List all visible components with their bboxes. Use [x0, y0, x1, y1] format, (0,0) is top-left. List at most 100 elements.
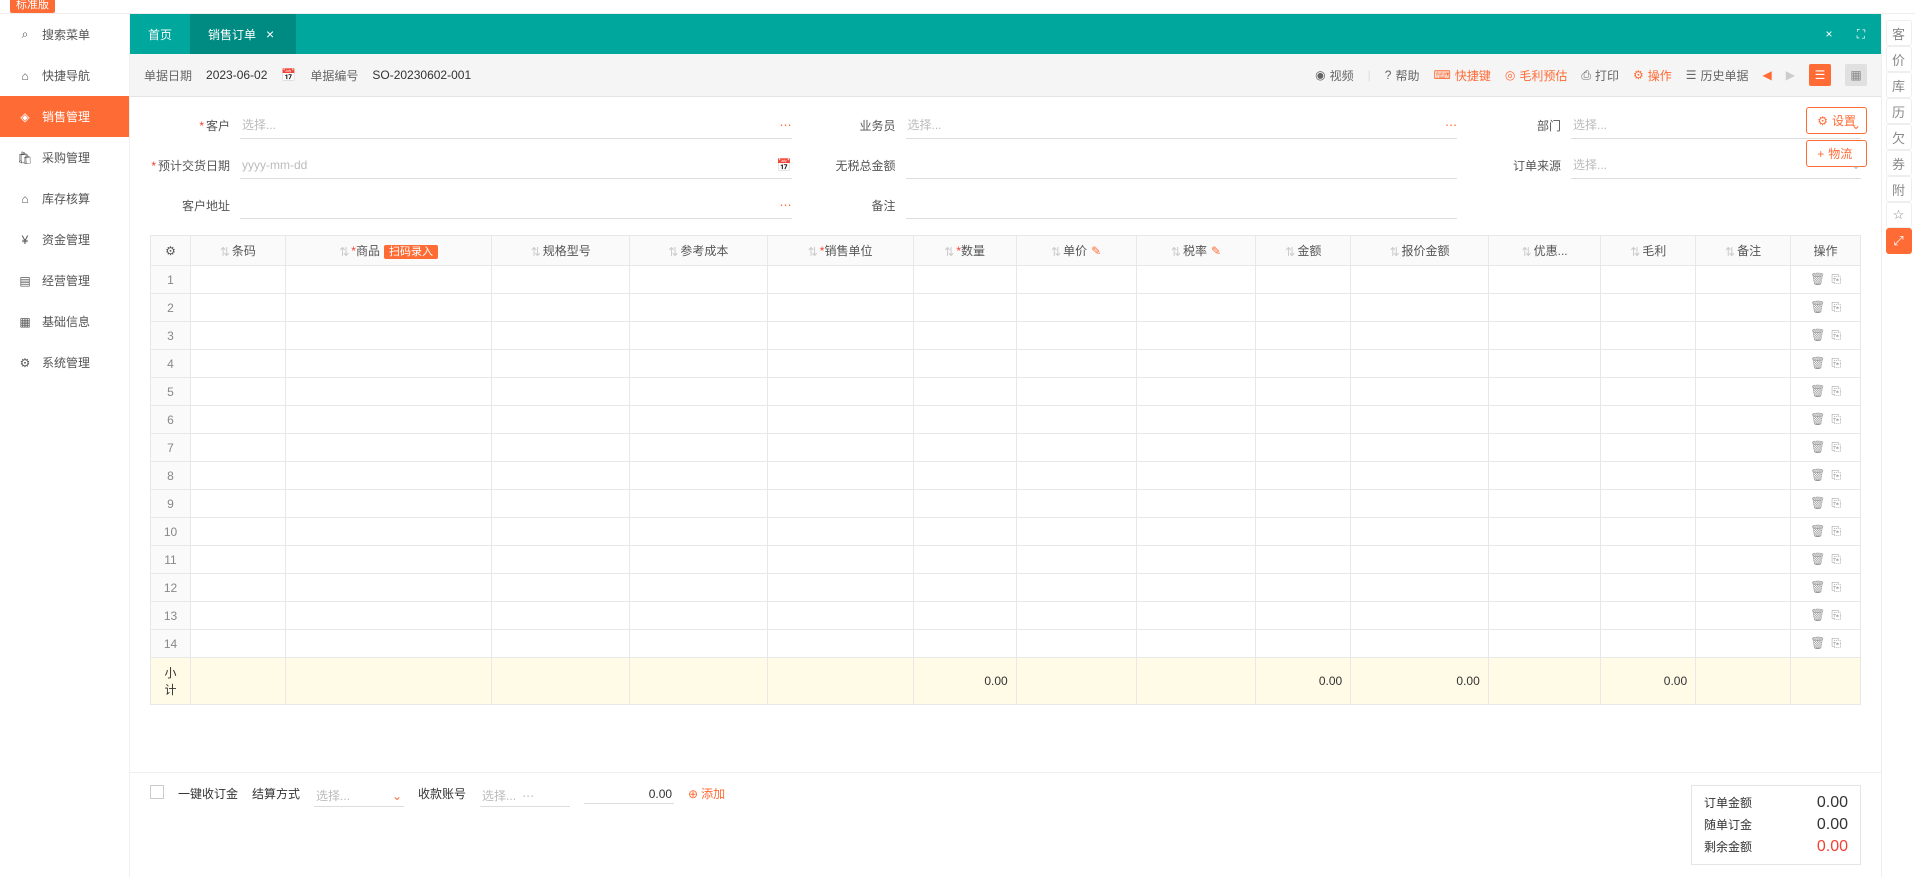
right-icon-0[interactable]: 客 — [1886, 20, 1912, 46]
right-icon-4[interactable]: 欠 — [1886, 124, 1912, 150]
delete-icon[interactable]: 🗑 — [1810, 328, 1825, 342]
add-link[interactable]: ⊕ 添加 — [688, 785, 725, 802]
video-link[interactable]: ◉ 视频 — [1315, 67, 1354, 84]
copy-icon[interactable]: ⎘ — [1831, 580, 1841, 594]
col-product[interactable]: ⇅*商品扫码录入 — [285, 236, 492, 266]
delete-icon[interactable]: 🗑 — [1810, 440, 1825, 454]
table-row[interactable]: 14🗑⎘ — [151, 630, 1861, 658]
chevron-down-icon[interactable]: ⌄ — [1851, 158, 1861, 172]
settle-select[interactable]: 选择...⌄ — [314, 785, 404, 807]
table-row[interactable]: 10🗑⎘ — [151, 518, 1861, 546]
right-icon-3[interactable]: 历 — [1886, 98, 1912, 124]
salesman-select[interactable]: ⋯ — [906, 111, 1458, 139]
sidebar-item-bag[interactable]: 🛍采购管理 — [0, 137, 129, 178]
copy-icon[interactable]: ⎘ — [1831, 384, 1841, 398]
chevron-down-icon[interactable]: ⌄ — [1851, 118, 1861, 132]
sidebar-item-grid[interactable]: ▦基础信息 — [0, 301, 129, 342]
table-row[interactable]: 1🗑⎘ — [151, 266, 1861, 294]
edit-icon[interactable]: ✎ — [1211, 244, 1221, 258]
copy-icon[interactable]: ⎘ — [1831, 272, 1841, 286]
shortcut-link[interactable]: ⌨ 快捷键 — [1434, 67, 1491, 84]
sidebar-item-cube[interactable]: ◈销售管理 — [0, 96, 129, 137]
delete-icon[interactable]: 🗑 — [1810, 636, 1825, 650]
date-value[interactable]: 2023-06-02 — [206, 68, 267, 82]
col-spec[interactable]: ⇅规格型号 — [492, 236, 630, 266]
delete-icon[interactable]: 🗑 — [1810, 356, 1825, 370]
col-price[interactable]: ⇅单价✎ — [1016, 236, 1136, 266]
sidebar-item-search[interactable]: ⌕搜索菜单 — [0, 14, 129, 55]
table-row[interactable]: 4🗑⎘ — [151, 350, 1861, 378]
sidebar-item-money[interactable]: ¥资金管理 — [0, 219, 129, 260]
copy-icon[interactable]: ⎘ — [1831, 412, 1841, 426]
help-link[interactable]: ? 帮助 — [1385, 67, 1420, 84]
delete-icon[interactable]: 🗑 — [1810, 412, 1825, 426]
col-unit[interactable]: ⇅*销售单位 — [767, 236, 913, 266]
copy-icon[interactable]: ⎘ — [1831, 440, 1841, 454]
col-quote[interactable]: ⇅报价金额 — [1351, 236, 1489, 266]
col-tax[interactable]: ⇅税率✎ — [1136, 236, 1256, 266]
deposit-checkbox[interactable] — [150, 785, 164, 799]
sidebar-item-board[interactable]: ▤经营管理 — [0, 260, 129, 301]
table-row[interactable]: 11🗑⎘ — [151, 546, 1861, 574]
calendar-icon[interactable]: 📅 — [777, 158, 792, 172]
copy-icon[interactable]: ⎘ — [1831, 636, 1841, 650]
copy-icon[interactable]: ⎘ — [1831, 524, 1841, 538]
deliver-date[interactable]: 📅 — [240, 151, 792, 179]
col-refcost[interactable]: ⇅参考成本 — [630, 236, 768, 266]
copy-icon[interactable]: ⎘ — [1831, 356, 1841, 370]
history-link[interactable]: ☰ 历史单据 — [1686, 67, 1749, 84]
ellipsis-icon[interactable]: ⋯ — [780, 118, 792, 132]
col-gross[interactable]: ⇅毛利 — [1601, 236, 1696, 266]
col-barcode[interactable]: ⇅条码 — [191, 236, 286, 266]
scan-tag[interactable]: 扫码录入 — [384, 245, 438, 259]
table-row[interactable]: 12🗑⎘ — [151, 574, 1861, 602]
tab-close-all[interactable]: × — [1817, 22, 1841, 46]
delete-icon[interactable]: 🗑 — [1810, 552, 1825, 566]
delete-icon[interactable]: 🗑 — [1810, 272, 1825, 286]
delete-icon[interactable]: 🗑 — [1810, 384, 1825, 398]
col-amount[interactable]: ⇅金额 — [1256, 236, 1351, 266]
copy-icon[interactable]: ⎘ — [1831, 300, 1841, 314]
copy-icon[interactable]: ⎘ — [1831, 608, 1841, 622]
notax-input[interactable] — [906, 151, 1458, 179]
close-icon[interactable]: × — [262, 26, 278, 42]
account-select[interactable]: 选择...⋯ — [480, 785, 570, 807]
sidebar-item-home[interactable]: ⌂快捷导航 — [0, 55, 129, 96]
edit-icon[interactable]: ✎ — [1091, 244, 1101, 258]
view-grid-toggle[interactable]: ▦ — [1845, 64, 1867, 86]
table-row[interactable]: 3🗑⎘ — [151, 322, 1861, 350]
delete-icon[interactable]: 🗑 — [1810, 468, 1825, 482]
next-doc[interactable]: ▶ — [1786, 68, 1795, 82]
fullscreen-icon[interactable]: ⛶ — [1849, 22, 1873, 46]
view-list-toggle[interactable]: ☰ — [1809, 64, 1831, 86]
delete-icon[interactable]: 🗑 — [1810, 300, 1825, 314]
amount-input[interactable]: 0.00 — [584, 785, 674, 804]
operate-link[interactable]: ⚙ 操作 — [1633, 67, 1672, 84]
copy-icon[interactable]: ⎘ — [1831, 552, 1841, 566]
copy-icon[interactable]: ⎘ — [1831, 496, 1841, 510]
table-row[interactable]: 2🗑⎘ — [151, 294, 1861, 322]
table-row[interactable]: 5🗑⎘ — [151, 378, 1861, 406]
tab-sales-order[interactable]: 销售订单 × — [190, 14, 296, 54]
remark-input[interactable] — [906, 191, 1458, 219]
col-qty[interactable]: ⇅*数量 — [913, 236, 1016, 266]
sidebar-item-warehouse[interactable]: ⌂库存核算 — [0, 178, 129, 219]
col-remark[interactable]: ⇅备注 — [1696, 236, 1791, 266]
addr-input[interactable]: ⋯ — [240, 191, 792, 219]
sidebar-item-gear[interactable]: ⚙系统管理 — [0, 342, 129, 383]
delete-icon[interactable]: 🗑 — [1810, 580, 1825, 594]
delete-icon[interactable]: 🗑 — [1810, 524, 1825, 538]
profit-link[interactable]: ◎ 毛利预估 — [1505, 67, 1568, 84]
dept-select[interactable]: ⌄ — [1571, 111, 1861, 139]
customer-select[interactable]: ⋯ — [240, 111, 792, 139]
ellipsis-icon[interactable]: ⋯ — [780, 198, 792, 212]
col-gear[interactable]: ⚙ — [151, 236, 191, 266]
right-icon-8[interactable]: ⤢ — [1886, 228, 1912, 254]
copy-icon[interactable]: ⎘ — [1831, 468, 1841, 482]
delete-icon[interactable]: 🗑 — [1810, 496, 1825, 510]
prev-doc[interactable]: ◀ — [1763, 68, 1772, 82]
right-icon-2[interactable]: 库 — [1886, 72, 1912, 98]
col-discount[interactable]: ⇅优惠... — [1488, 236, 1601, 266]
ellipsis-icon[interactable]: ⋯ — [1445, 118, 1457, 132]
right-icon-7[interactable]: ☆ — [1886, 202, 1912, 228]
